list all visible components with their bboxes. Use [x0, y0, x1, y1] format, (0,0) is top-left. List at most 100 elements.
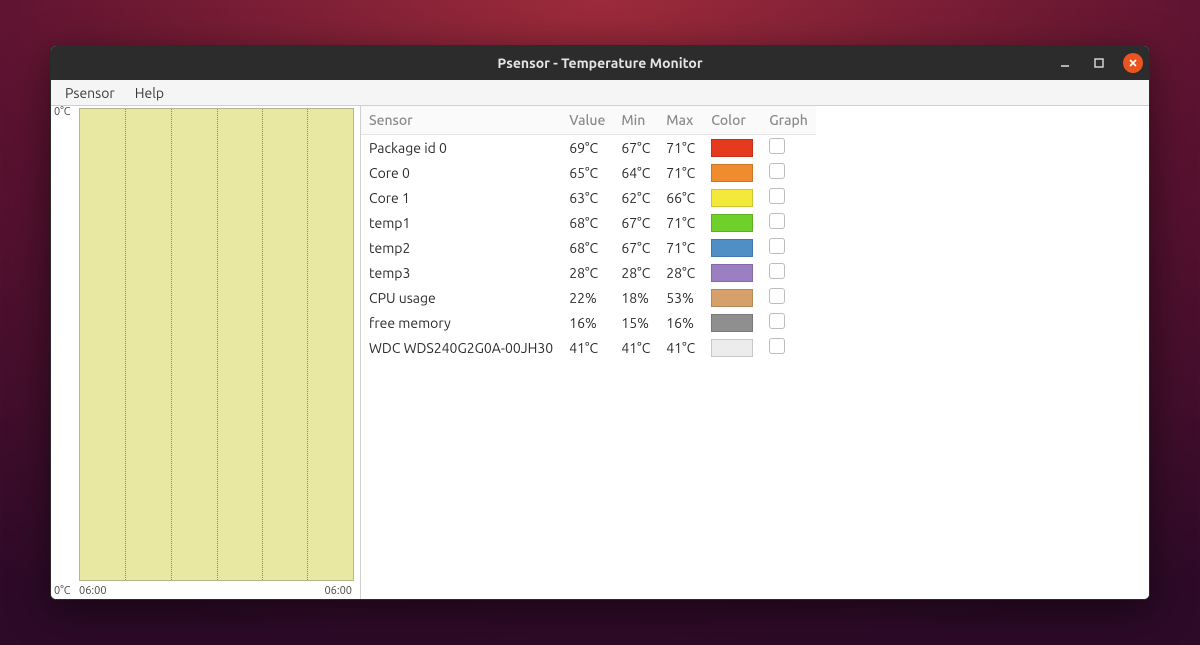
- sensor-color-cell: [703, 160, 761, 185]
- sensor-min: 18%: [613, 285, 658, 310]
- color-swatch[interactable]: [711, 214, 753, 232]
- sensor-graph-cell: [761, 310, 816, 335]
- graph-checkbox[interactable]: [769, 138, 785, 154]
- menu-psensor[interactable]: Psensor: [55, 82, 125, 104]
- titlebar[interactable]: Psensor - Temperature Monitor: [51, 46, 1149, 80]
- sensor-graph-cell: [761, 210, 816, 235]
- sensor-graph-cell: [761, 235, 816, 260]
- sensor-min: 15%: [613, 310, 658, 335]
- window-controls: [1055, 46, 1143, 80]
- table-row[interactable]: temp328°C28°C28°C: [361, 260, 816, 285]
- sensor-table-pane: Sensor Value Min Max Color Graph Package…: [361, 106, 1149, 599]
- sensor-max: 71°C: [658, 135, 703, 161]
- sensor-min: 64°C: [613, 160, 658, 185]
- sensor-name: Core 0: [361, 160, 561, 185]
- minimize-button[interactable]: [1055, 53, 1075, 73]
- x-axis-right-label: 06:00: [324, 585, 352, 597]
- sensor-name: Core 1: [361, 185, 561, 210]
- sensor-value: 68°C: [561, 235, 613, 260]
- sensor-value: 69°C: [561, 135, 613, 161]
- col-color[interactable]: Color: [703, 106, 761, 135]
- sensor-graph-cell: [761, 185, 816, 210]
- color-swatch[interactable]: [711, 264, 753, 282]
- color-swatch[interactable]: [711, 189, 753, 207]
- sensor-max: 71°C: [658, 160, 703, 185]
- sensor-name: temp2: [361, 235, 561, 260]
- col-value[interactable]: Value: [561, 106, 613, 135]
- sensor-color-cell: [703, 210, 761, 235]
- maximize-button[interactable]: [1089, 53, 1109, 73]
- sensor-table: Sensor Value Min Max Color Graph Package…: [361, 106, 816, 360]
- sensor-value: 63°C: [561, 185, 613, 210]
- color-swatch[interactable]: [711, 139, 753, 157]
- color-swatch[interactable]: [711, 289, 753, 307]
- sensor-value: 22%: [561, 285, 613, 310]
- sensor-name: temp3: [361, 260, 561, 285]
- sensor-graph-cell: [761, 135, 816, 161]
- sensor-min: 67°C: [613, 210, 658, 235]
- table-row[interactable]: WDC WDS240G2G0A-00JH3041°C41°C41°C: [361, 335, 816, 360]
- graph-checkbox[interactable]: [769, 288, 785, 304]
- sensor-color-cell: [703, 260, 761, 285]
- graph-checkbox[interactable]: [769, 163, 785, 179]
- content-area: 0°C 0°C 06:00 06:00 Sensor Value Min: [51, 106, 1149, 599]
- graph-checkbox[interactable]: [769, 213, 785, 229]
- table-row[interactable]: temp268°C67°C71°C: [361, 235, 816, 260]
- y-axis-top-label: 0°C: [54, 106, 71, 118]
- sensor-graph-cell: [761, 160, 816, 185]
- menu-help[interactable]: Help: [125, 82, 174, 104]
- sensor-min: 62°C: [613, 185, 658, 210]
- sensor-max: 41°C: [658, 335, 703, 360]
- table-row[interactable]: CPU usage22%18%53%: [361, 285, 816, 310]
- sensor-max: 53%: [658, 285, 703, 310]
- sensor-min: 28°C: [613, 260, 658, 285]
- y-axis-bottom-label: 0°C: [54, 585, 71, 597]
- window-title: Psensor - Temperature Monitor: [51, 55, 1149, 71]
- sensor-max: 28°C: [658, 260, 703, 285]
- sensor-color-cell: [703, 285, 761, 310]
- sensor-color-cell: [703, 185, 761, 210]
- sensor-graph-cell: [761, 285, 816, 310]
- graph-checkbox[interactable]: [769, 188, 785, 204]
- sensor-min: 67°C: [613, 135, 658, 161]
- x-axis-left-label: 06:00: [79, 585, 107, 597]
- col-min[interactable]: Min: [613, 106, 658, 135]
- graph-pane: 0°C 0°C 06:00 06:00: [51, 106, 361, 599]
- sensor-value: 65°C: [561, 160, 613, 185]
- sensor-color-cell: [703, 310, 761, 335]
- sensor-max: 16%: [658, 310, 703, 335]
- sensor-min: 41°C: [613, 335, 658, 360]
- sensor-name: free memory: [361, 310, 561, 335]
- color-swatch[interactable]: [711, 164, 753, 182]
- col-graph[interactable]: Graph: [761, 106, 816, 135]
- close-button[interactable]: [1123, 53, 1143, 73]
- app-window: Psensor - Temperature Monitor Psensor He…: [50, 45, 1150, 600]
- sensor-name: CPU usage: [361, 285, 561, 310]
- graph-checkbox[interactable]: [769, 313, 785, 329]
- table-row[interactable]: Core 065°C64°C71°C: [361, 160, 816, 185]
- sensor-color-cell: [703, 335, 761, 360]
- graph-checkbox[interactable]: [769, 338, 785, 354]
- menubar: Psensor Help: [51, 80, 1149, 106]
- graph-checkbox[interactable]: [769, 238, 785, 254]
- table-row[interactable]: free memory16%15%16%: [361, 310, 816, 335]
- sensor-name: WDC WDS240G2G0A-00JH30: [361, 335, 561, 360]
- sensor-max: 71°C: [658, 235, 703, 260]
- sensor-graph-cell: [761, 260, 816, 285]
- table-row[interactable]: Package id 069°C67°C71°C: [361, 135, 816, 161]
- sensor-min: 67°C: [613, 235, 658, 260]
- sensor-value: 68°C: [561, 210, 613, 235]
- sensor-value: 28°C: [561, 260, 613, 285]
- graph-checkbox[interactable]: [769, 263, 785, 279]
- color-swatch[interactable]: [711, 239, 753, 257]
- sensor-max: 66°C: [658, 185, 703, 210]
- color-swatch[interactable]: [711, 314, 753, 332]
- table-row[interactable]: temp168°C67°C71°C: [361, 210, 816, 235]
- plot-area[interactable]: [79, 108, 354, 581]
- sensor-max: 71°C: [658, 210, 703, 235]
- table-row[interactable]: Core 163°C62°C66°C: [361, 185, 816, 210]
- col-sensor[interactable]: Sensor: [361, 106, 561, 135]
- col-max[interactable]: Max: [658, 106, 703, 135]
- color-swatch[interactable]: [711, 339, 753, 357]
- sensor-value: 16%: [561, 310, 613, 335]
